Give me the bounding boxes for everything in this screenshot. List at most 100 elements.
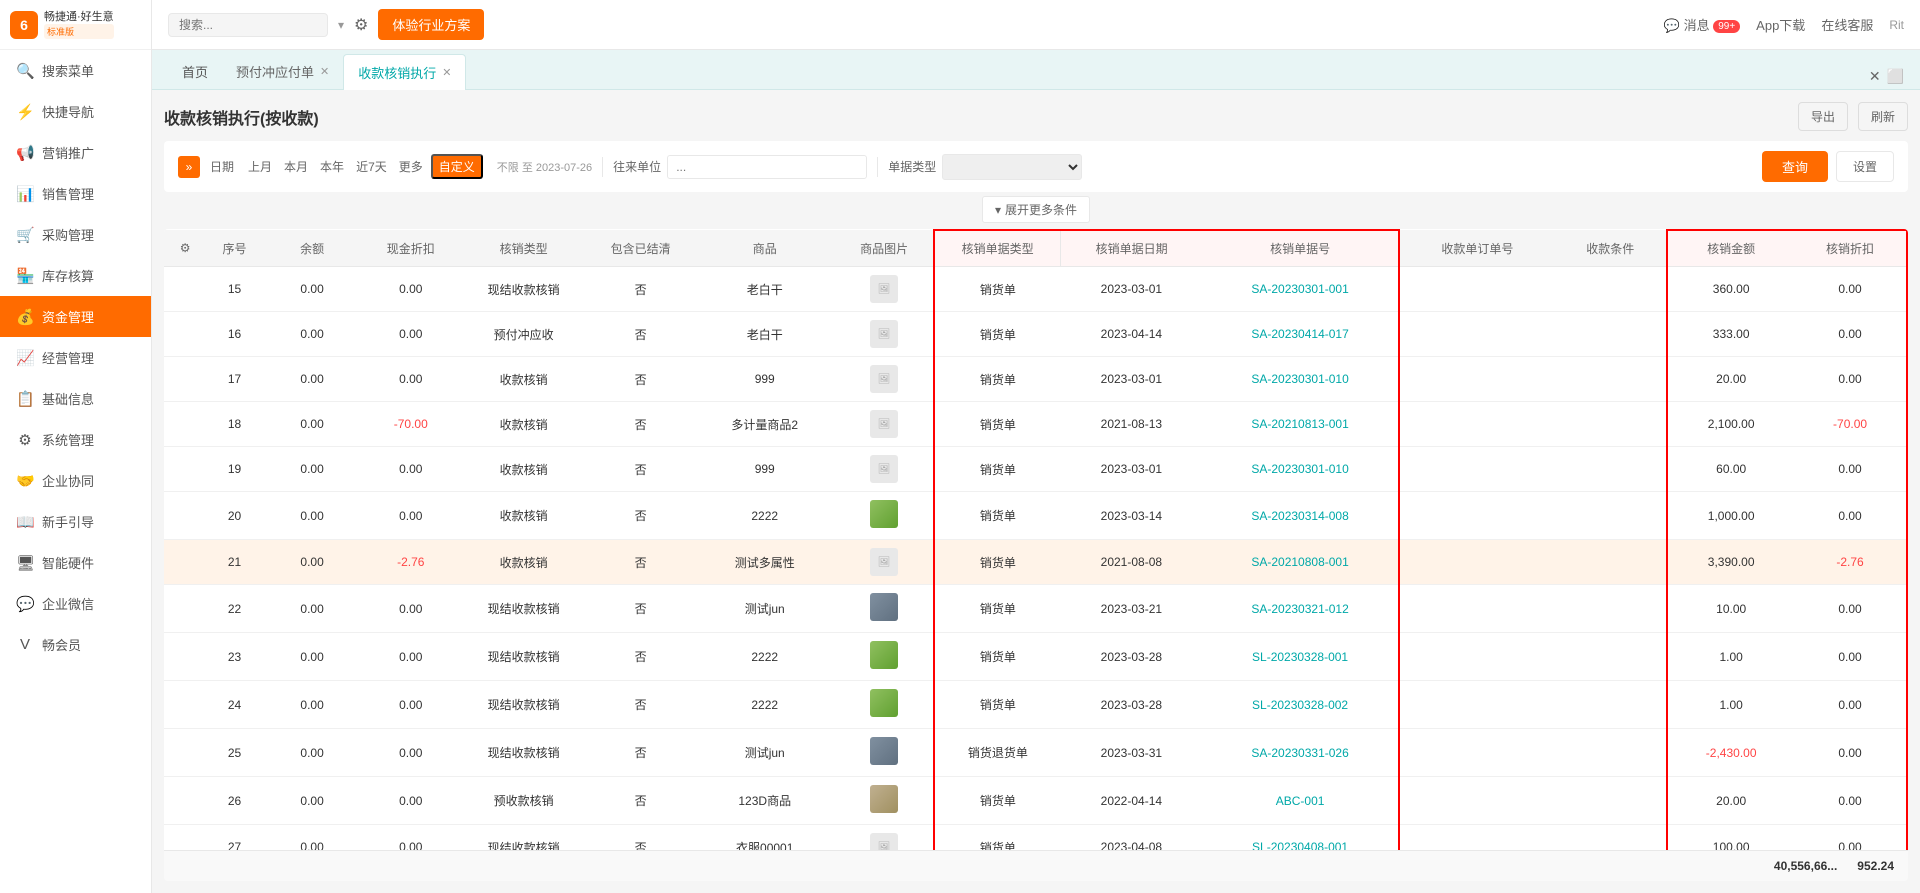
bill-no-link[interactable]: SA-20230314-008: [1251, 509, 1348, 523]
bill-no-link[interactable]: SA-20210808-001: [1251, 555, 1348, 569]
sidebar-icon: 🤝: [16, 472, 34, 490]
sidebar-label: 基础信息: [42, 389, 94, 408]
cell-receipt-no: [1399, 312, 1554, 357]
query-button[interactable]: 查询: [1762, 151, 1828, 182]
product-image: [870, 785, 898, 813]
tab-bar: 首页 预付冲应付单 ✕ 收款核销执行 ✕ ✕ ⬜: [152, 50, 1920, 90]
product-image: [870, 593, 898, 621]
sidebar-icon: 📈: [16, 349, 34, 367]
sidebar-item-资金管理[interactable]: 💰资金管理: [0, 296, 151, 337]
cell-bill-no: SA-20230331-026: [1202, 729, 1399, 777]
search-input[interactable]: [168, 13, 328, 37]
bill-type-select[interactable]: [942, 154, 1082, 180]
table-scroll-area[interactable]: ⚙ 序号 余额 现金折扣 核销类型 包含已结清 商品 商品图片 核销单据类型 核…: [164, 229, 1908, 850]
sidebar-item-快捷导航[interactable]: ⚡快捷导航: [0, 91, 151, 132]
bill-no-link[interactable]: SA-20230301-001: [1251, 282, 1348, 296]
bill-no-link[interactable]: SA-20230414-017: [1251, 327, 1348, 341]
bill-no-link[interactable]: SL-20230328-001: [1252, 650, 1348, 664]
cell-bill-type: 销货单: [934, 267, 1061, 312]
cell-cancel-type: 收款核销: [460, 492, 587, 540]
bill-no-link[interactable]: SL-20230328-002: [1252, 698, 1348, 712]
sidebar-item-企业协同[interactable]: 🤝企业协同: [0, 460, 151, 501]
cell-check: [164, 540, 206, 585]
cell-cash-discount: 0.00: [361, 777, 460, 825]
gear-icon[interactable]: ⚙: [354, 15, 368, 35]
th-bill-type: 核销单据类型: [934, 230, 1061, 267]
cell-num: 17: [206, 357, 262, 402]
bill-no-link[interactable]: SA-20230331-026: [1251, 746, 1348, 760]
cell-receipt-cond: [1554, 633, 1667, 681]
online-service-link[interactable]: 在线客服: [1821, 15, 1873, 34]
from-unit-input[interactable]: [667, 155, 867, 179]
date-this-month[interactable]: 本月: [280, 154, 312, 179]
sidebar-item-经营管理[interactable]: 📈经营管理: [0, 337, 151, 378]
tab-cancel[interactable]: 收款核销执行 ✕: [343, 54, 466, 90]
sidebar-item-新手引导[interactable]: 📖新手引导: [0, 501, 151, 542]
cell-bill-date: 2022-04-14: [1061, 777, 1202, 825]
cell-receipt-cond: [1554, 729, 1667, 777]
filter-divider-2: [877, 157, 878, 177]
table-row: 24 0.00 0.00 现结收款核销 否 2222 销货单 2023-03-2…: [164, 681, 1907, 729]
cell-receipt-no: [1399, 267, 1554, 312]
table-row: 22 0.00 0.00 现结收款核销 否 测试jun 销货单 2023-03-…: [164, 585, 1907, 633]
chevron-down-icon: ▾: [338, 18, 344, 32]
expand-conditions-row: ▾ 展开更多条件: [164, 196, 1908, 223]
sidebar-item-系统管理[interactable]: ⚙系统管理: [0, 419, 151, 460]
cell-balance: 0.00: [263, 447, 362, 492]
product-image: [870, 689, 898, 717]
sidebar-item-营销推广[interactable]: 📢营销推广: [0, 132, 151, 173]
footer-amount: 40,556,66...: [1774, 859, 1837, 873]
sidebar-item-库存核算[interactable]: 🏪库存核算: [0, 255, 151, 296]
refresh-button[interactable]: 刷新: [1858, 102, 1908, 131]
cell-goods: 老白干: [694, 267, 835, 312]
topbar-right: 💬 消息 99+ App下载 在线客服 Rit: [1664, 15, 1904, 34]
cell-cash-discount: 0.00: [361, 357, 460, 402]
bill-no-link[interactable]: SA-20230321-012: [1251, 602, 1348, 616]
sidebar-item-畅会员[interactable]: V畅会员: [0, 624, 151, 665]
export-button[interactable]: 导出: [1798, 102, 1848, 131]
sidebar-item-智能硬件[interactable]: 🖥智能硬件: [0, 542, 151, 583]
sidebar-label: 采购管理: [42, 225, 94, 244]
sidebar-item-基础信息[interactable]: 📋基础信息: [0, 378, 151, 419]
bill-no-link[interactable]: SA-20230301-010: [1251, 372, 1348, 386]
tab-close-btn[interactable]: ✕: [1869, 68, 1881, 85]
date-prev-month[interactable]: 上月: [244, 154, 276, 179]
bill-no-link[interactable]: SL-20230408-001: [1252, 840, 1348, 850]
sidebar-item-销售管理[interactable]: 📊销售管理: [0, 173, 151, 214]
cell-check: [164, 729, 206, 777]
date-more[interactable]: 更多: [395, 154, 427, 179]
sidebar-label: 库存核算: [42, 266, 94, 285]
tab-expand-btn[interactable]: ⬜: [1887, 68, 1904, 85]
app-download-link[interactable]: App下载: [1756, 15, 1805, 34]
cell-goods: 2222: [694, 633, 835, 681]
cell-bill-date: 2023-04-08: [1061, 825, 1202, 851]
cell-bill-no: SL-20230328-001: [1202, 633, 1399, 681]
data-table-wrap: ⚙ 序号 余额 现金折扣 核销类型 包含已结清 商品 商品图片 核销单据类型 核…: [164, 229, 1908, 881]
date-custom-btn[interactable]: 自定义: [431, 154, 483, 179]
cell-bill-no: SA-20230301-010: [1202, 357, 1399, 402]
cell-include: 否: [587, 312, 694, 357]
expand-conditions-button[interactable]: ▾ 展开更多条件: [982, 196, 1090, 223]
date-this-year[interactable]: 本年: [316, 154, 348, 179]
sidebar-item-搜索菜单[interactable]: 🔍搜索菜单: [0, 50, 151, 91]
tab-prepay[interactable]: 预付冲应付单 ✕: [222, 54, 343, 89]
settings-button[interactable]: 设置: [1836, 151, 1894, 182]
cell-bill-date: 2021-08-08: [1061, 540, 1202, 585]
th-settings[interactable]: ⚙: [164, 230, 206, 267]
message-section[interactable]: 💬 消息 99+: [1664, 15, 1740, 34]
date-7days[interactable]: 近7天: [352, 154, 391, 179]
sidebar-icon: 📊: [16, 185, 34, 203]
bill-no-link[interactable]: SA-20210813-001: [1251, 417, 1348, 431]
tab-home[interactable]: 首页: [168, 54, 222, 89]
product-image: 🖼: [870, 275, 898, 303]
tab-prepay-close[interactable]: ✕: [320, 65, 329, 78]
bill-no-link[interactable]: ABC-001: [1276, 794, 1325, 808]
sidebar-item-企业微信[interactable]: 💬企业微信: [0, 583, 151, 624]
bill-no-link[interactable]: SA-20230301-010: [1251, 462, 1348, 476]
tab-cancel-close[interactable]: ✕: [442, 66, 451, 79]
solution-button[interactable]: 体验行业方案: [378, 9, 484, 40]
product-image: 🖼: [870, 320, 898, 348]
cell-bill-type: 销货单: [934, 825, 1061, 851]
filter-toggle-button[interactable]: »: [178, 156, 200, 178]
sidebar-item-采购管理[interactable]: 🛒采购管理: [0, 214, 151, 255]
